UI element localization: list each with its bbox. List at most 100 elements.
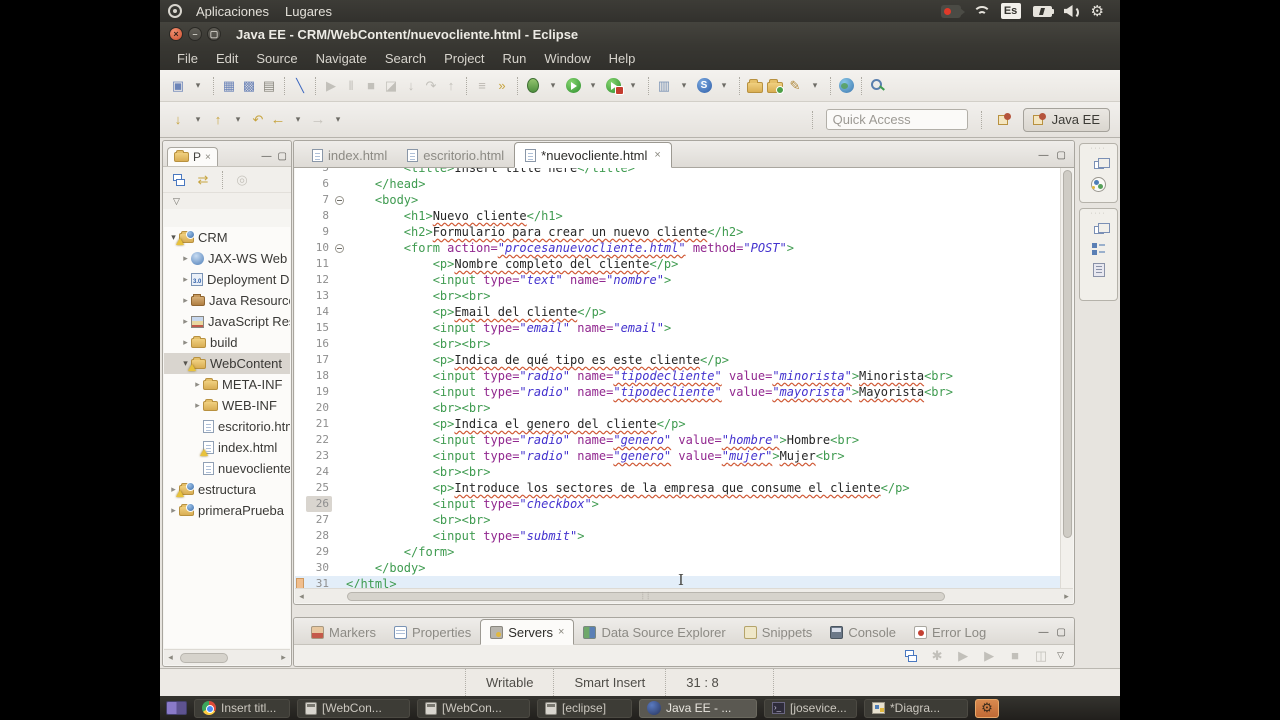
code-line-20[interactable]: 20 <br><br> [295, 400, 1073, 416]
taskbar-item--josevice-[interactable]: ›_ [josevice... [764, 698, 857, 718]
dd-icon[interactable]: ▾ [328, 110, 348, 130]
scrollbar-thumb[interactable]: ┊┊ [347, 591, 945, 601]
code-line-5[interactable]: 5 <title>Insert title here</title> [295, 168, 1073, 176]
menu-window[interactable]: Window [535, 51, 599, 66]
code-line-14[interactable]: 14 <p>Email del cliente</p> [295, 304, 1073, 320]
last-edit-location-icon[interactable]: ↶ [248, 110, 268, 130]
expand-arrow-icon[interactable]: ▸ [192, 379, 203, 390]
next-annotation-icon[interactable]: ↓ [168, 110, 188, 130]
code-line-16[interactable]: 16 <br><br> [295, 336, 1073, 352]
wifi-icon[interactable] [973, 5, 989, 17]
editor-tab--nuevocliente-html[interactable]: *nuevocliente.html × [514, 142, 672, 168]
code-line-26[interactable]: 26 <input type="checkbox"> [295, 496, 1073, 512]
tree-item-primeraprueba[interactable]: ▸ primeraPrueba [164, 500, 290, 521]
code-line-21[interactable]: 21 <p>Indica el genero del cliente</p> [295, 416, 1073, 432]
dd-icon[interactable]: ▾ [583, 76, 603, 96]
tree-item-crm[interactable]: ▾ CRM [164, 227, 290, 248]
web-service-icon[interactable]: S [694, 76, 714, 96]
new-server-icon[interactable]: ▥ [654, 76, 674, 96]
run-last-icon[interactable] [603, 76, 624, 96]
code-line-11[interactable]: 11 <p>Nombre completo del cliente</p> [295, 256, 1073, 272]
code-line-24[interactable]: 24 <br><br> [295, 464, 1073, 480]
tree-item-meta-inf[interactable]: ▸ META-INF [164, 374, 290, 395]
view-menu-icon[interactable]: ▽ [173, 196, 180, 207]
import-folder-icon[interactable] [765, 76, 785, 96]
code-line-23[interactable]: 23 <input type="radio" name="genero" val… [295, 448, 1073, 464]
editor-vertical-scrollbar[interactable] [1060, 168, 1073, 588]
restore-view-icon[interactable] [1093, 223, 1110, 234]
battery-icon[interactable] [1032, 5, 1054, 17]
tree-item-javascript-resources[interactable]: ▸ JavaScript Resources [164, 311, 290, 332]
code-line-29[interactable]: 29 </form> [295, 544, 1073, 560]
menu-lugares[interactable]: Lugares [277, 0, 340, 22]
taskbar-item--webcon-[interactable]: [WebCon... [417, 698, 530, 718]
outline-view-icon[interactable] [1092, 242, 1105, 255]
palette-view-icon[interactable] [1091, 177, 1106, 192]
taskbar-item--diagra-[interactable]: *Diagra... [864, 698, 968, 718]
bottom-tab-markers[interactable]: Markers [302, 621, 385, 644]
dd-icon[interactable]: ▾ [188, 110, 208, 130]
dd-icon[interactable]: ▾ [188, 76, 208, 96]
expand-arrow-icon[interactable]: ▸ [180, 316, 191, 327]
code-editor[interactable]: 5 <title>Insert title here</title>6 </he… [295, 168, 1073, 588]
expand-arrow-icon[interactable]: ▸ [180, 274, 191, 285]
close-tab-icon[interactable]: × [654, 149, 660, 161]
editor-tab-index-html[interactable]: index.html [302, 144, 397, 167]
bottom-tab-error-log[interactable]: Error Log [905, 621, 995, 644]
highlighter-icon[interactable]: ✎ [785, 76, 805, 96]
window-close-button[interactable]: × [169, 27, 183, 41]
explorer-horizontal-scrollbar[interactable]: ◂ ▸ [164, 649, 290, 665]
code-line-30[interactable]: 30 </body> [295, 560, 1073, 576]
scrollbar-thumb[interactable] [180, 652, 228, 663]
code-line-27[interactable]: 27 <br><br> [295, 512, 1073, 528]
browser-icon[interactable] [836, 76, 856, 96]
search-run-icon[interactable] [867, 76, 887, 96]
tree-item-nuevocliente-html[interactable]: nuevocliente.html [164, 458, 290, 479]
dd-icon[interactable]: ▾ [805, 76, 825, 96]
bottom-tab-servers[interactable]: Servers × [480, 619, 575, 645]
run-icon[interactable] [563, 76, 583, 96]
expand-arrow-icon[interactable]: ▸ [180, 337, 191, 348]
collapse-tree-icon[interactable] [901, 646, 921, 666]
code-line-22[interactable]: 22 <input type="radio" name="genero" val… [295, 432, 1073, 448]
open-perspective-icon[interactable] [995, 110, 1015, 130]
tree-item-escritorio-html[interactable]: escritorio.html [164, 416, 290, 437]
taskbar-item--eclipse-[interactable]: [eclipse] [537, 698, 632, 718]
taskbar-gear-button[interactable]: ⚙ [975, 698, 999, 718]
new-wizard-icon[interactable]: ▣ [168, 76, 188, 96]
code-line-12[interactable]: 12 <input type="text" name="nombre"> [295, 272, 1073, 288]
tree-item-build[interactable]: ▸ build [164, 332, 290, 353]
keyboard-layout-indicator[interactable]: Es [1000, 3, 1021, 19]
bottom-tab-snippets[interactable]: Snippets [735, 621, 822, 644]
menu-file[interactable]: File [168, 51, 207, 66]
code-line-10[interactable]: 10 <form action="procesanuevocliente.htm… [295, 240, 1073, 256]
expand-arrow-icon[interactable]: ▸ [180, 295, 191, 306]
maximize-view-icon[interactable]: ▢ [278, 151, 287, 162]
link-with-editor-icon[interactable]: ⇄ [193, 170, 213, 190]
tree-item-deployment-descriptor[interactable]: ▸ Deployment Descriptor [164, 269, 290, 290]
scroll-right-icon[interactable]: ▸ [277, 652, 290, 663]
close-view-icon[interactable]: × [205, 152, 211, 163]
editor-horizontal-scrollbar[interactable]: ◂ ┊┊ ▸ [295, 588, 1073, 603]
scroll-left-icon[interactable]: ◂ [164, 652, 177, 663]
code-line-6[interactable]: 6 </head> [295, 176, 1073, 192]
export-folder-icon[interactable] [745, 76, 765, 96]
window-minimize-button[interactable]: – [188, 27, 202, 41]
snippets-view-icon[interactable] [1092, 263, 1105, 277]
code-line-28[interactable]: 28 <input type="submit"> [295, 528, 1073, 544]
scrollbar-thumb[interactable] [1063, 170, 1072, 538]
print-icon[interactable]: ▤ [259, 76, 279, 96]
dd-icon[interactable]: ▾ [288, 110, 308, 130]
view-menu-icon[interactable]: ▽ [1057, 650, 1064, 661]
screen-recorder-icon[interactable] [940, 4, 965, 18]
save-all-icon[interactable]: ▩ [239, 76, 259, 96]
menu-help[interactable]: Help [600, 51, 645, 66]
dd-icon[interactable]: ▾ [674, 76, 694, 96]
fold-collapse-icon[interactable] [332, 192, 346, 208]
code-line-13[interactable]: 13 <br><br> [295, 288, 1073, 304]
bottom-tab-properties[interactable]: Properties [385, 621, 480, 644]
expand-arrow-icon[interactable]: ▸ [180, 253, 191, 264]
minimize-view-icon[interactable]: — [1039, 627, 1049, 638]
maximize-view-icon[interactable]: ▢ [1057, 627, 1066, 638]
tree-item-web-inf[interactable]: ▸ WEB-INF [164, 395, 290, 416]
